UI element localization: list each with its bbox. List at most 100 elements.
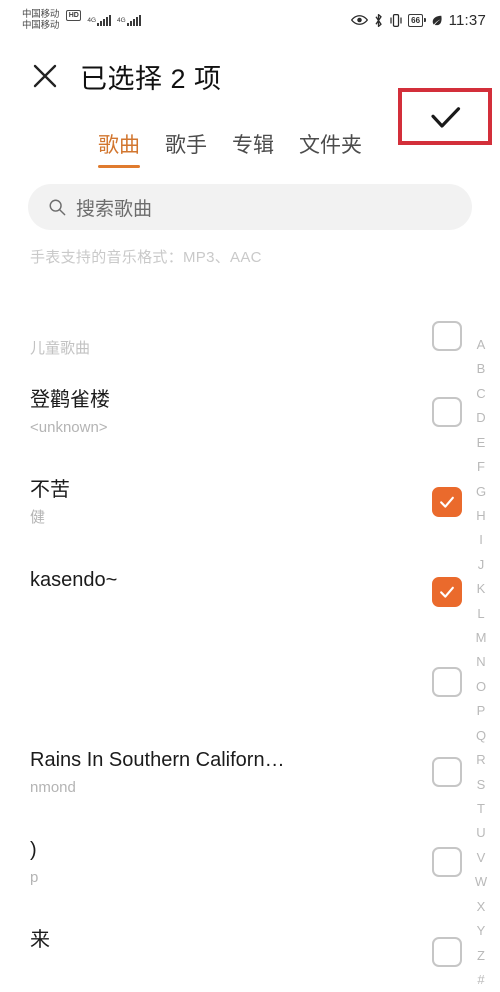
- alphabet-index-letter[interactable]: X: [477, 900, 486, 913]
- alphabet-index-letter[interactable]: #: [477, 973, 484, 986]
- confirm-selection-button[interactable]: [398, 88, 492, 145]
- alphabet-index-letter[interactable]: O: [476, 680, 486, 693]
- alphabet-index-letter[interactable]: E: [477, 436, 486, 449]
- song-list[interactable]: 儿童歌曲 登鹳雀楼 <unknown> 不苦 健 kasendo~ Rains …: [0, 305, 500, 992]
- search-icon: [49, 199, 66, 216]
- clock-label: 11:37: [448, 11, 486, 29]
- song-title: kasendo~: [30, 568, 118, 591]
- vibrate-icon: [390, 13, 402, 27]
- alphabet-index-letter[interactable]: R: [476, 753, 485, 766]
- check-icon: [431, 106, 461, 128]
- list-item[interactable]: kasendo~: [0, 547, 500, 637]
- song-texts: ) p: [30, 837, 438, 888]
- carrier-names: 中国移动 中国移动: [22, 9, 59, 31]
- alphabet-index-letter[interactable]: P: [477, 704, 486, 717]
- bluetooth-icon: [375, 13, 382, 27]
- network-type-1-label: 4G: [87, 16, 96, 24]
- alphabet-index-letter[interactable]: Z: [477, 949, 485, 962]
- song-checkbox[interactable]: [432, 757, 462, 787]
- song-texts: [30, 657, 438, 708]
- list-item[interactable]: [0, 637, 500, 727]
- signal-indicator-1: 4G: [87, 14, 111, 26]
- song-checkbox[interactable]: [432, 937, 462, 967]
- status-bar-right: 66 11:37: [351, 12, 486, 29]
- alphabet-index-scrollbar[interactable]: A B C D E F G H I J K L M N O P Q R S T U V W X Y Z #: [470, 338, 492, 986]
- song-artist: [30, 958, 438, 978]
- song-artist: nmond: [30, 778, 76, 796]
- tab-artists[interactable]: 歌手: [165, 129, 207, 168]
- checkmark-icon: [440, 586, 454, 598]
- page-title: 已选择 2 项: [80, 63, 222, 94]
- tab-folders[interactable]: 文件夹: [299, 129, 362, 168]
- tab-songs[interactable]: 歌曲: [98, 129, 140, 168]
- song-title: Rains In Southern Californ…: [30, 748, 285, 771]
- checkmark-icon: [440, 496, 454, 508]
- alphabet-index-letter[interactable]: A: [477, 338, 486, 351]
- list-item[interactable]: 儿童歌曲: [0, 305, 500, 367]
- song-artist: <unknown>: [30, 418, 108, 436]
- tab-albums[interactable]: 专辑: [232, 129, 274, 168]
- list-item[interactable]: 来: [0, 907, 500, 992]
- song-artist: [30, 688, 438, 708]
- song-checkbox[interactable]: [432, 397, 462, 427]
- close-icon[interactable]: [30, 61, 60, 91]
- song-texts: 不苦 健: [30, 477, 438, 528]
- alphabet-index-letter[interactable]: T: [477, 802, 485, 815]
- battery-nub: [424, 18, 426, 22]
- carrier-primary-label: 中国移动: [22, 9, 60, 20]
- song-texts: kasendo~: [30, 567, 438, 618]
- alphabet-index-letter[interactable]: F: [477, 460, 485, 473]
- list-item[interactable]: 登鹳雀楼 <unknown>: [0, 367, 500, 457]
- signal-indicator-2: 4G: [117, 14, 141, 26]
- alphabet-index-letter[interactable]: U: [476, 826, 485, 839]
- alphabet-index-letter[interactable]: N: [476, 655, 485, 668]
- alphabet-index-letter[interactable]: I: [479, 533, 483, 546]
- network-type-2-label: 4G: [117, 16, 126, 24]
- song-artist: p: [30, 868, 39, 886]
- search-placeholder: 搜索歌曲: [76, 198, 153, 220]
- song-texts: 来: [30, 927, 438, 978]
- song-checkbox[interactable]: [432, 487, 462, 517]
- hd-badge-icon: HD: [66, 10, 82, 21]
- alphabet-index-letter[interactable]: G: [476, 485, 486, 498]
- alphabet-index-letter[interactable]: B: [477, 362, 486, 375]
- charging-leaf-icon: [432, 15, 442, 26]
- alphabet-index-letter[interactable]: V: [477, 851, 486, 864]
- song-checkbox[interactable]: [432, 847, 462, 877]
- song-texts: Rains In Southern Californ… nmond: [30, 747, 438, 798]
- supported-formats-hint: 手表支持的音乐格式：MP3、AAC: [30, 249, 262, 266]
- alphabet-index-letter[interactable]: S: [477, 778, 486, 791]
- carrier-secondary-label: 中国移动: [22, 20, 60, 31]
- alphabet-index-letter[interactable]: Y: [477, 924, 486, 937]
- alphabet-index-letter[interactable]: W: [475, 875, 487, 888]
- alphabet-index-letter[interactable]: C: [476, 387, 485, 400]
- song-texts: 儿童歌曲: [30, 320, 438, 359]
- list-item[interactable]: Rains In Southern Californ… nmond: [0, 727, 500, 817]
- eye-icon: [351, 15, 369, 25]
- alphabet-index-letter[interactable]: Q: [476, 729, 486, 742]
- battery-icon: 66: [408, 13, 426, 27]
- song-checkbox[interactable]: [432, 321, 462, 351]
- battery-level-label: 66: [408, 13, 424, 27]
- search-section: 搜索歌曲: [0, 168, 500, 230]
- song-artist: [30, 598, 438, 618]
- alphabet-index-letter[interactable]: J: [478, 558, 485, 571]
- song-checkbox[interactable]: [432, 667, 462, 697]
- alphabet-index-letter[interactable]: D: [476, 411, 485, 424]
- alphabet-index-letter[interactable]: K: [477, 582, 486, 595]
- song-artist: 儿童歌曲: [30, 340, 91, 357]
- list-item[interactable]: 不苦 健: [0, 457, 500, 547]
- song-title: 来: [30, 928, 50, 951]
- alphabet-index-letter[interactable]: H: [476, 509, 485, 522]
- signal-bars-1-icon: [97, 14, 111, 26]
- song-title: 登鹳雀楼: [30, 388, 110, 411]
- selection-header: 已选择 2 项: [0, 40, 500, 145]
- alphabet-index-letter[interactable]: L: [477, 607, 484, 620]
- search-input[interactable]: 搜索歌曲: [28, 184, 472, 230]
- song-title: [30, 657, 438, 683]
- song-texts: 登鹳雀楼 <unknown>: [30, 387, 438, 438]
- list-item[interactable]: ) p: [0, 817, 500, 907]
- alphabet-index-letter[interactable]: M: [476, 631, 487, 644]
- song-checkbox[interactable]: [432, 577, 462, 607]
- song-artist: 健: [30, 508, 46, 526]
